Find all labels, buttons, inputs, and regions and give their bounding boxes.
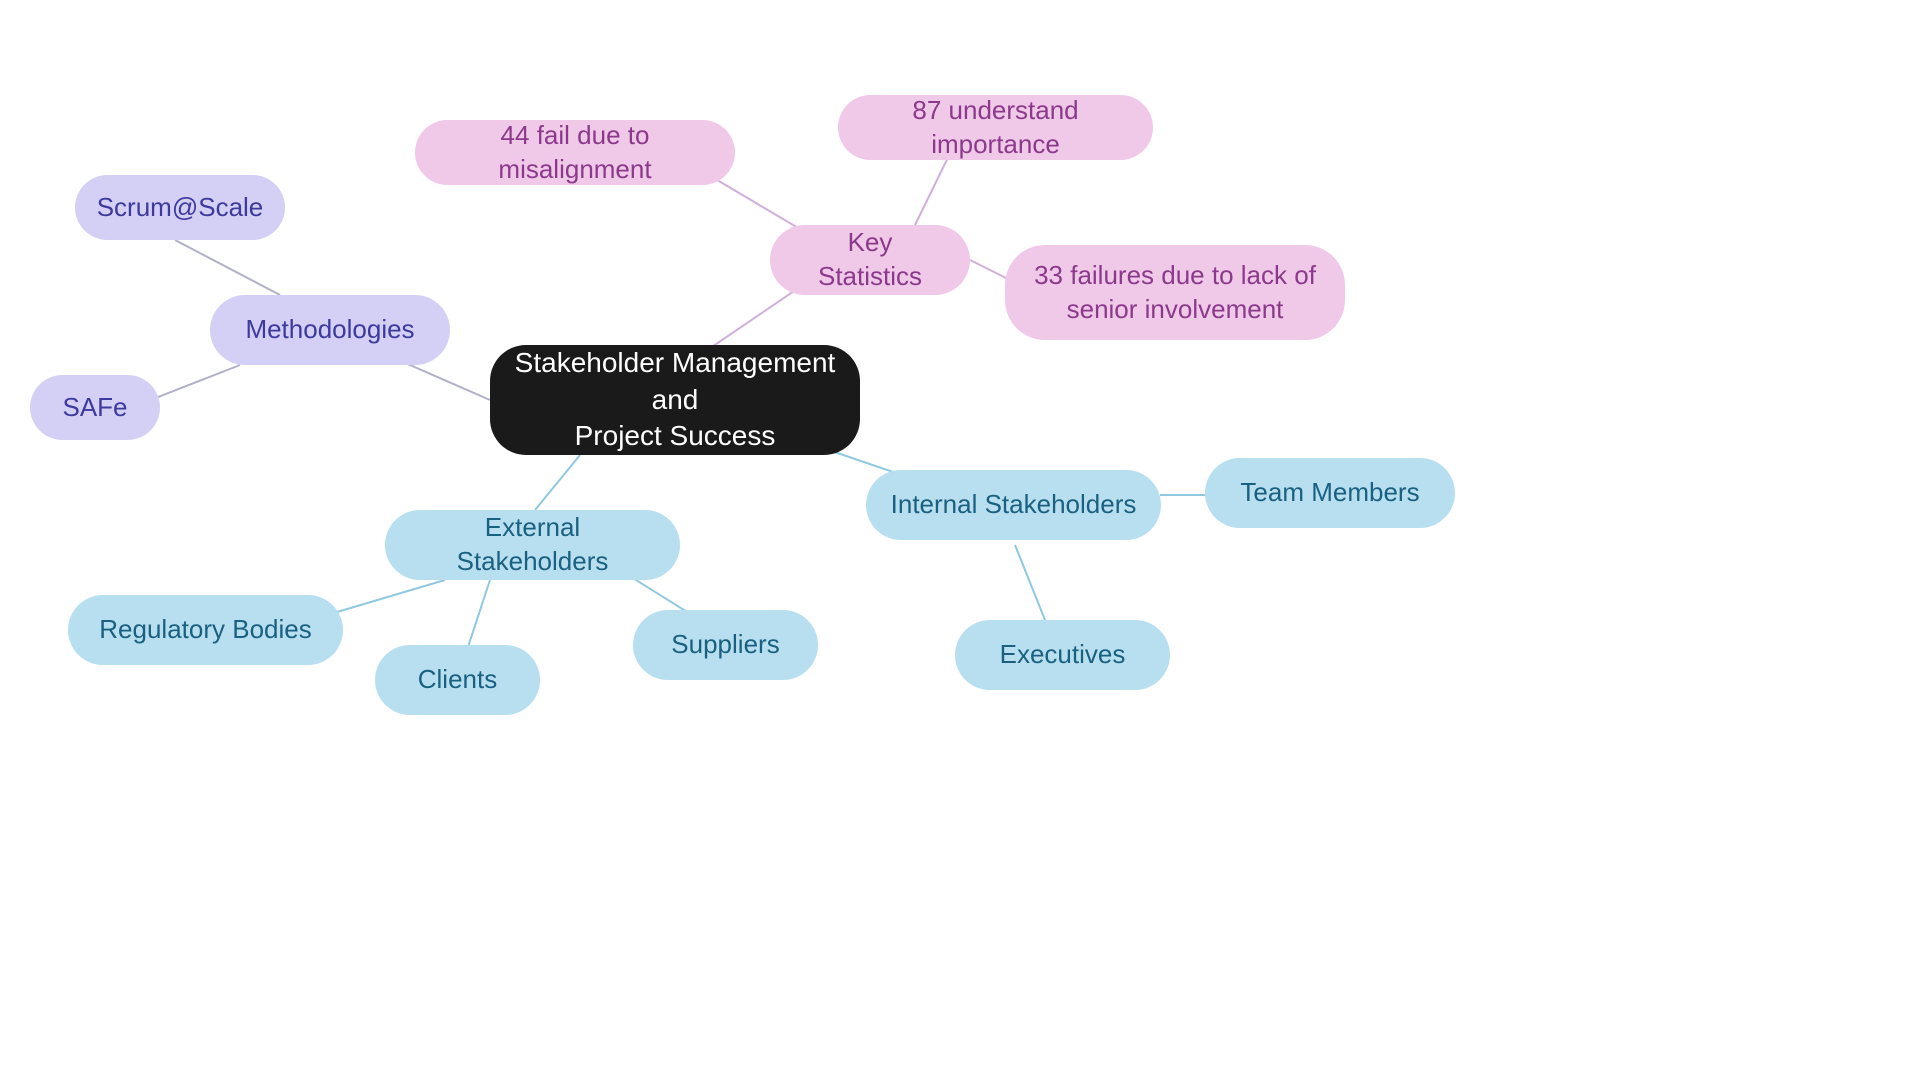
suppliers-node: Suppliers	[633, 610, 818, 680]
team-members-node: Team Members	[1205, 458, 1455, 528]
executives-node: Executives	[955, 620, 1170, 690]
regulatory-bodies-node: Regulatory Bodies	[68, 595, 343, 665]
center-node: Stakeholder Management and Project Succe…	[490, 345, 860, 455]
internal-stakeholders-node: Internal Stakeholders	[866, 470, 1161, 540]
clients-node: Clients	[375, 645, 540, 715]
misalignment-node: 44 fail due to misalignment	[415, 120, 735, 185]
safe-node: SAFe	[30, 375, 160, 440]
external-stakeholders-node: External Stakeholders	[385, 510, 680, 580]
understand-node: 87 understand importance	[838, 95, 1153, 160]
senior-node: 33 failures due to lack of senior involv…	[1005, 245, 1345, 340]
key-statistics-node: Key Statistics	[770, 225, 970, 295]
methodologies-node: Methodologies	[210, 295, 450, 365]
scrum-node: Scrum@Scale	[75, 175, 285, 240]
